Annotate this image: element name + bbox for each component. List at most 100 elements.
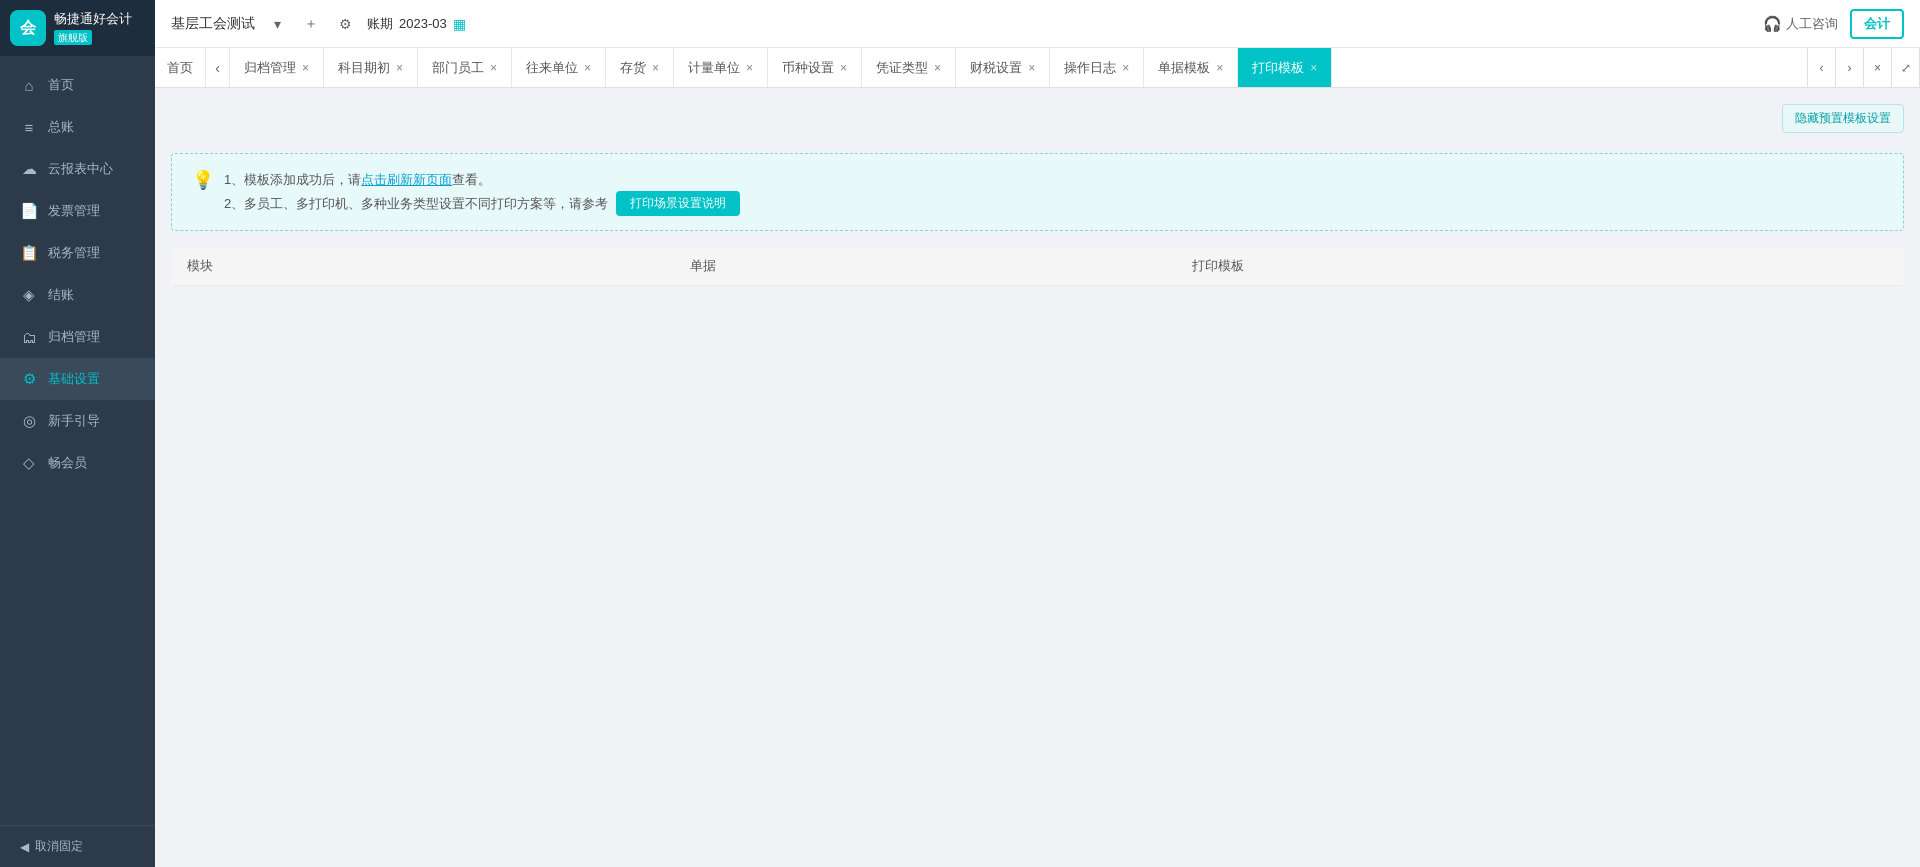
ledger-icon: ≡ [20, 118, 38, 136]
col-document: 单据 [674, 247, 1177, 286]
sidebar-item-label: 发票管理 [48, 202, 100, 220]
sidebar-item-member[interactable]: ◇ 畅会员 [0, 442, 155, 484]
sidebar-item-settings[interactable]: ⚙ 基础设置 [0, 358, 155, 400]
info-box-content: 💡 1、模板添加成功后，请点击刷新新页面查看。 2、多员工、多打印机、多种业务类… [192, 168, 1883, 216]
bulb-icon: 💡 [192, 169, 214, 191]
info-line1: 1、模板添加成功后，请点击刷新新页面查看。 [224, 168, 740, 191]
sidebar-item-label: 归档管理 [48, 328, 100, 346]
tab-supplier[interactable]: 往来单位 × [512, 48, 606, 88]
sidebar-item-checkout[interactable]: ◈ 结账 [0, 274, 155, 316]
sidebar-item-label: 税务管理 [48, 244, 100, 262]
period-value: 2023-03 [399, 16, 447, 31]
content-area: 隐藏预置模板设置 💡 1、模板添加成功后，请点击刷新新页面查看。 2、多员工、多… [155, 88, 1920, 867]
headset-icon: 🎧 [1763, 15, 1782, 33]
col-module: 模块 [171, 247, 674, 286]
tab-close-subject[interactable]: × [396, 61, 403, 75]
sidebar: 会 畅捷通好会计 旗舰版 ⌂ 首页 ≡ 总账 ☁ 云报表中心 📄 发票管理 📋 … [0, 0, 155, 867]
dropdown-icon[interactable]: ▾ [265, 12, 289, 36]
sidebar-item-reports[interactable]: ☁ 云报表中心 [0, 148, 155, 190]
member-icon: ◇ [20, 454, 38, 472]
info-line2: 2、多员工、多打印机、多种业务类型设置不同打印方案等，请参考 打印场景设置说明 [224, 191, 740, 216]
hide-preview-button[interactable]: 隐藏预置模板设置 [1782, 104, 1904, 133]
table-header-row: 模块 单据 打印模板 [171, 247, 1904, 286]
accounting-button[interactable]: 会计 [1850, 9, 1904, 39]
customer-service-label: 人工咨询 [1786, 15, 1838, 33]
tab-expand-btn[interactable]: ⤢ [1892, 48, 1920, 88]
tab-nav-arrows: ‹ › × ⤢ [1807, 48, 1920, 88]
archive-icon: 🗂 [20, 328, 38, 346]
sidebar-item-ledger[interactable]: ≡ 总账 [0, 106, 155, 148]
tab-single-template[interactable]: 单据模板 × [1144, 48, 1238, 88]
print-template-table: 模块 单据 打印模板 [171, 247, 1904, 286]
sidebar-nav: ⌂ 首页 ≡ 总账 ☁ 云报表中心 📄 发票管理 📋 税务管理 ◈ 结账 🗂 归… [0, 56, 155, 825]
app-logo: 会 畅捷通好会计 旗舰版 [0, 0, 155, 56]
customer-service-button[interactable]: 🎧 人工咨询 [1763, 15, 1838, 33]
sidebar-item-tax[interactable]: 📋 税务管理 [0, 232, 155, 274]
main-content: 基层工会测试 ▾ ＋ ⚙ 账期 2023-03 ▦ 🎧 人工咨询 会计 首页 ‹… [155, 0, 1920, 867]
tab-archive[interactable]: 归档管理 × [230, 48, 324, 88]
add-icon[interactable]: ＋ [299, 12, 323, 36]
home-icon: ⌂ [20, 76, 38, 94]
sidebar-item-label: 新手引导 [48, 412, 100, 430]
tab-close-tax-settings[interactable]: × [1028, 61, 1035, 75]
tab-dept[interactable]: 部门员工 × [418, 48, 512, 88]
sidebar-item-invoice[interactable]: 📄 发票管理 [0, 190, 155, 232]
tab-close-supplier[interactable]: × [584, 61, 591, 75]
sidebar-item-label: 首页 [48, 76, 74, 94]
home-tab-label: 首页 [167, 59, 193, 77]
refresh-link[interactable]: 点击刷新新页面 [361, 172, 452, 187]
tab-tax-settings[interactable]: 财税设置 × [956, 48, 1050, 88]
sidebar-unpin-button[interactable]: ◀ 取消固定 [0, 825, 155, 867]
tab-subject[interactable]: 科目期初 × [324, 48, 418, 88]
cloud-icon: ☁ [20, 160, 38, 178]
tab-close-archive[interactable]: × [302, 61, 309, 75]
tab-close-inventory[interactable]: × [652, 61, 659, 75]
logo-icon: 会 [10, 10, 46, 46]
info-text: 1、模板添加成功后，请点击刷新新页面查看。 2、多员工、多打印机、多种业务类型设… [224, 168, 740, 216]
topbar-right: 🎧 人工咨询 会计 [1763, 9, 1904, 39]
tax-icon: 📋 [20, 244, 38, 262]
sidebar-item-label: 总账 [48, 118, 74, 136]
sidebar-item-home[interactable]: ⌂ 首页 [0, 64, 155, 106]
tab-close-print-template[interactable]: × [1310, 61, 1317, 75]
checkout-icon: ◈ [20, 286, 38, 304]
top-action-bar: 隐藏预置模板设置 [171, 104, 1904, 143]
invoice-icon: 📄 [20, 202, 38, 220]
topbar: 基层工会测试 ▾ ＋ ⚙ 账期 2023-03 ▦ 🎧 人工咨询 会计 [155, 0, 1920, 48]
tab-close-operation-log[interactable]: × [1122, 61, 1129, 75]
unpin-label: 取消固定 [35, 838, 83, 855]
period-label: 账期 [367, 15, 393, 33]
tab-home[interactable]: 首页 [155, 48, 206, 88]
company-name: 基层工会测试 [171, 15, 255, 33]
logo-text: 畅捷通好会计 旗舰版 [54, 11, 132, 46]
tab-prev-btn[interactable]: ‹ [1808, 48, 1836, 88]
tab-voucher-type[interactable]: 凭证类型 × [862, 48, 956, 88]
tab-close-dept[interactable]: × [490, 61, 497, 75]
tab-close-single-template[interactable]: × [1216, 61, 1223, 75]
sidebar-item-archive[interactable]: 🗂 归档管理 [0, 316, 155, 358]
tab-inventory[interactable]: 存货 × [606, 48, 674, 88]
tab-next-btn[interactable]: › [1836, 48, 1864, 88]
tab-close-voucher-type[interactable]: × [934, 61, 941, 75]
tab-currency[interactable]: 币种设置 × [768, 48, 862, 88]
tab-operation-log[interactable]: 操作日志 × [1050, 48, 1144, 88]
col-print-template: 打印模板 [1176, 247, 1904, 286]
unpin-icon: ◀ [20, 840, 29, 854]
tab-back-icon[interactable]: ‹ [206, 48, 230, 88]
tabbar: 首页 ‹ 归档管理 × 科目期初 × 部门员工 × 往来单位 × 存货 × 计量… [155, 48, 1920, 88]
gear-icon[interactable]: ⚙ [333, 12, 357, 36]
sidebar-item-guide[interactable]: ◎ 新手引导 [0, 400, 155, 442]
print-scenario-button[interactable]: 打印场景设置说明 [616, 191, 740, 216]
sidebar-item-label: 基础设置 [48, 370, 100, 388]
settings-icon: ⚙ [20, 370, 38, 388]
tab-close-currency[interactable]: × [840, 61, 847, 75]
tab-close-unit[interactable]: × [746, 61, 753, 75]
tab-unit[interactable]: 计量单位 × [674, 48, 768, 88]
sidebar-item-label: 结账 [48, 286, 74, 304]
tab-close-all-btn[interactable]: × [1864, 48, 1892, 88]
calendar-icon[interactable]: ▦ [453, 16, 466, 32]
info-box: 💡 1、模板添加成功后，请点击刷新新页面查看。 2、多员工、多打印机、多种业务类… [171, 153, 1904, 231]
tab-print-template[interactable]: 打印模板 × [1238, 48, 1332, 88]
sidebar-item-label: 云报表中心 [48, 160, 113, 178]
account-period: 账期 2023-03 ▦ [367, 15, 466, 33]
